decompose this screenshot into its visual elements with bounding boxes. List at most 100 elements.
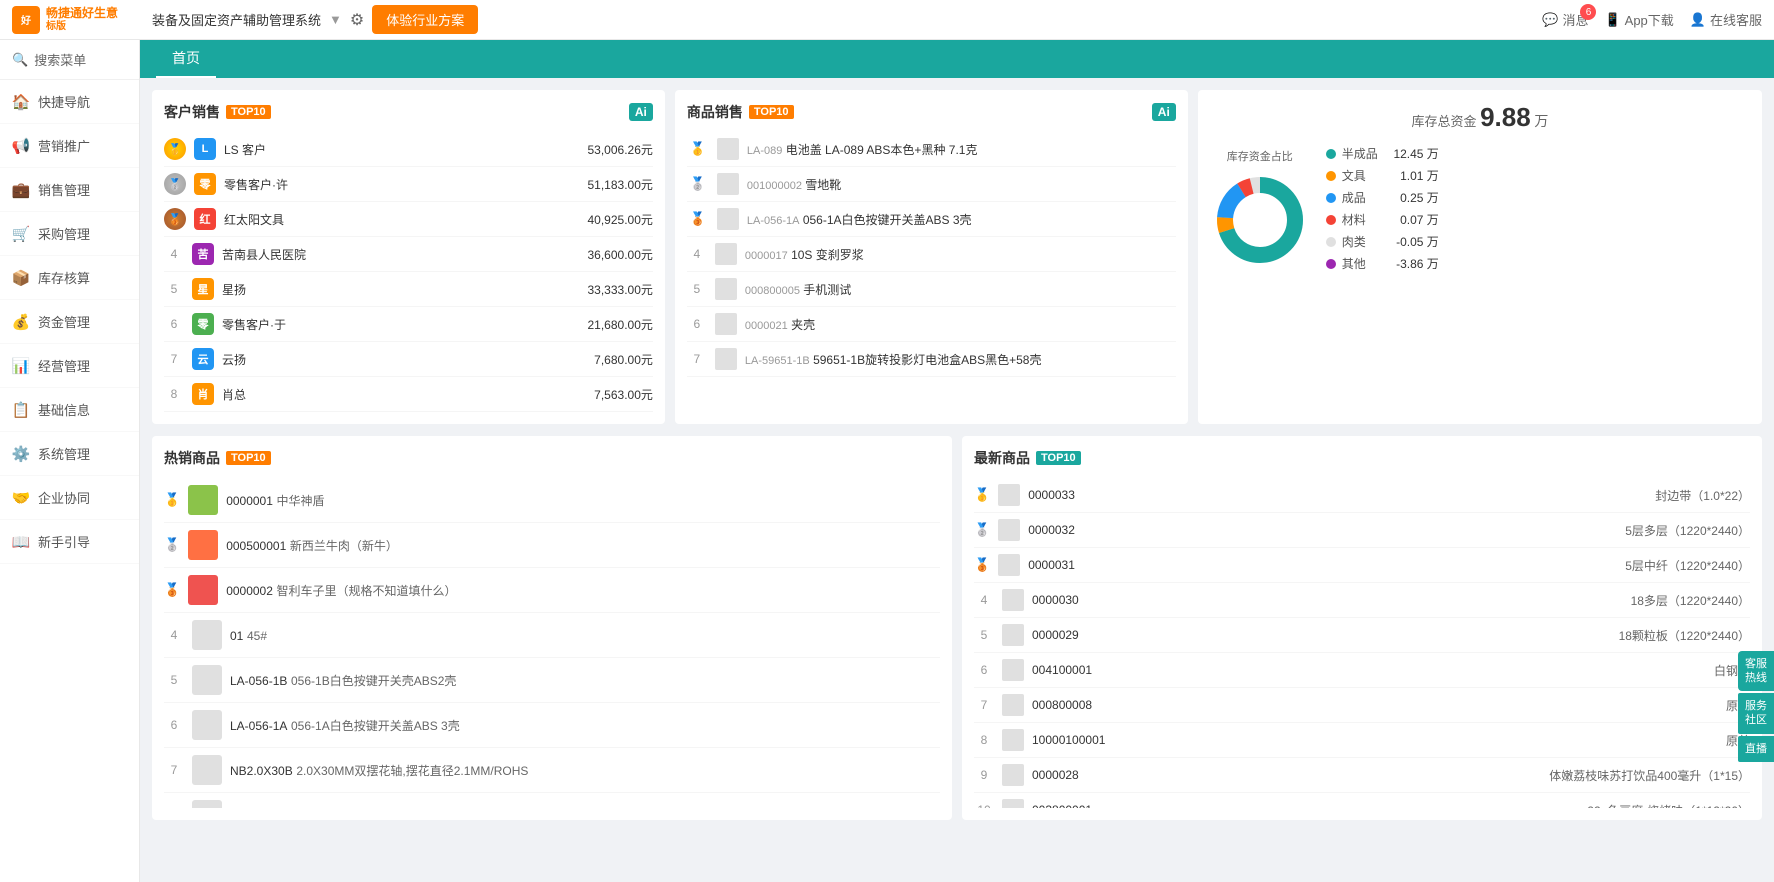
newest-row-2: 🥈 0000032 5层多层（1220*2440）	[974, 513, 1750, 548]
customer-sales-card: 客户销售 TOP10 Ai 🥇 L LS 客户 53,006.26元 🥈	[152, 90, 665, 424]
newest-rank-num-9: 9	[974, 768, 994, 782]
topbar-right: 💬 消息 6 📱 App下载 👤 在线客服	[1542, 10, 1762, 29]
hot-row-2: 🥈 000500001 新西兰牛肉（新牛）	[164, 523, 940, 568]
hot-rank-num-5: 5	[164, 673, 184, 687]
hot-thumb-4	[192, 620, 222, 650]
newest-products-title: 最新商品 TOP10	[974, 448, 1750, 468]
logo-text: 畅捷通好生意 标版	[46, 6, 118, 32]
product-info-4: 0000017 10S 变刹罗浆	[745, 246, 1176, 263]
inventory-total: 库存总资金 9.88 万	[1210, 102, 1750, 133]
customer-label-1: L	[194, 138, 216, 160]
hot-rank-num-6: 6	[164, 718, 184, 732]
newest-code-9: 0000028	[1032, 768, 1541, 782]
newest-code-1: 0000033	[1028, 488, 1647, 502]
sidebar-item-finance[interactable]: 💰 资金管理	[0, 300, 139, 344]
donut-chart-svg	[1210, 170, 1310, 270]
customer-name-2: 零售客户·许	[224, 176, 580, 193]
newest-row-1: 🥇 0000033 封边带（1.0*22）	[974, 478, 1750, 513]
sidebar-item-marketing[interactable]: 📢 营销推广	[0, 124, 139, 168]
hot-products-title: 热销商品 TOP10	[164, 448, 940, 468]
sales-icon: 💼	[12, 181, 30, 199]
newest-code-4: 0000030	[1032, 593, 1623, 607]
sidebar-item-purchase[interactable]: 🛒 采购管理	[0, 212, 139, 256]
float-btn-community[interactable]: 服务 社区	[1738, 693, 1774, 734]
settings-icon[interactable]: ⚙	[350, 10, 364, 30]
online-service-btn[interactable]: 👤 在线客服	[1690, 10, 1762, 29]
sidebar-item-enterprise[interactable]: 🤝 企业协同	[0, 476, 139, 520]
legend-dot-4	[1326, 237, 1336, 247]
dropdown-icon[interactable]: ▼	[329, 12, 342, 27]
hot-row-6: 6 LA-056-1A 056-1A白色按键开关盖ABS 3壳	[164, 703, 940, 748]
newest-row-4: 4 0000030 18多层（1220*2440）	[974, 583, 1750, 618]
product-thumb-7	[715, 348, 737, 370]
product-sales-row-3: 🥉 LA-056-1A 056-1A白色按键开关盖ABS 3壳	[687, 202, 1176, 237]
hot-row-1: 🥇 0000001 中华神盾	[164, 478, 940, 523]
hot-thumb-6	[192, 710, 222, 740]
newest-products-card: 最新商品 TOP10 🥇 0000033 封边带（1.0*22） 🥈 00000…	[962, 436, 1762, 820]
legend-item-1: 文具 1.01 万	[1326, 167, 1439, 184]
sidebar-item-system[interactable]: ⚙️ 系统管理	[0, 432, 139, 476]
hot-info-2: 000500001 新西兰牛肉（新牛）	[226, 537, 940, 554]
customer-name-8: 肖总	[222, 386, 586, 403]
hot-thumb-7	[192, 755, 222, 785]
hot-row-5: 5 LA-056-1B 056-1B白色按键开关壳ABS2壳	[164, 658, 940, 703]
trial-button[interactable]: 体验行业方案	[372, 5, 478, 34]
inventory-icon: 📦	[12, 269, 30, 287]
sidebar-item-guide[interactable]: 📖 新手引导	[0, 520, 139, 564]
hot-thumb-8	[192, 800, 222, 808]
product-info-1: LA-089 电池盖 LA-089 ABS本色+黑种 7.1克	[747, 141, 1176, 158]
newest-products-list: 🥇 0000033 封边带（1.0*22） 🥈 0000032 5层多层（122…	[974, 478, 1750, 808]
newest-row-10: 10 003800001 22g鱼豆腐·烧烤味（1*12*20）	[974, 793, 1750, 808]
notifications-btn[interactable]: 💬 消息 6	[1542, 10, 1588, 29]
newest-thumb-2	[998, 519, 1020, 541]
app-download-btn[interactable]: 📱 App下载	[1604, 10, 1673, 29]
customer-label-3: 红	[194, 208, 216, 230]
hot-info-5: LA-056-1B 056-1B白色按键开关壳ABS2壳	[230, 672, 940, 689]
top-content-row: 客户销售 TOP10 Ai 🥇 L LS 客户 53,006.26元 🥈	[140, 78, 1774, 436]
customer-sales-row-7: 7 云 云扬 7,680.00元	[164, 342, 653, 377]
legend-item-0: 半成品 12.45 万	[1326, 145, 1439, 162]
newest-row-8: 8 10000100001 原盖	[974, 723, 1750, 758]
logo-icon: 好	[12, 6, 40, 34]
float-btn-hotline[interactable]: 客服 热线	[1738, 651, 1774, 692]
product-sales-title: 商品销售 TOP10 Ai	[687, 102, 1176, 122]
sidebar-item-operations[interactable]: 📊 经营管理	[0, 344, 139, 388]
sidebar-item-quick-nav[interactable]: 🏠 快捷导航	[0, 80, 139, 124]
float-btn-live[interactable]: 直播	[1738, 736, 1774, 762]
product-rank-2: 🥈	[687, 173, 709, 195]
legend-dot-0	[1326, 149, 1336, 159]
product-ai-badge: Ai	[1152, 103, 1176, 121]
tab-home[interactable]: 首页	[156, 40, 216, 78]
float-buttons: 客服 热线 服务 社区 直播	[1738, 651, 1774, 762]
donut-chart-container: 库存资金占比	[1210, 145, 1750, 272]
customer-amount-8: 7,563.00元	[594, 386, 653, 403]
sidebar-item-inventory[interactable]: 📦 库存核算	[0, 256, 139, 300]
product-thumb-5	[715, 278, 737, 300]
product-rank-1: 🥇	[687, 138, 709, 160]
customer-name-3: 红太阳文具	[224, 211, 580, 228]
product-sales-list: 🥇 LA-089 电池盖 LA-089 ABS本色+黑种 7.1克 🥈 0010…	[687, 132, 1176, 377]
finance-icon: 💰	[12, 313, 30, 331]
rank-num-8: 8	[164, 387, 184, 401]
hot-row-7: 7 NB2.0X30B 2.0X30MM双摆花轴,摆花直径2.1MM/ROHS	[164, 748, 940, 793]
newest-row-5: 5 0000029 18颗粒板（1220*2440）	[974, 618, 1750, 653]
sidebar-search[interactable]: 🔍 搜索菜单	[0, 40, 139, 80]
product-rank-num-6: 6	[687, 317, 707, 331]
newest-rank-num-8: 8	[974, 733, 994, 747]
sidebar-item-basics[interactable]: 📋 基础信息	[0, 388, 139, 432]
customer-sales-row-5: 5 星 星扬 33,333.00元	[164, 272, 653, 307]
topbar: 好 畅捷通好生意 标版 装备及固定资产辅助管理系统 ▼ ⚙ 体验行业方案 💬 消…	[0, 0, 1774, 40]
product-thumb-2	[717, 173, 739, 195]
newest-thumb-3	[998, 554, 1020, 576]
customer-name-1: LS 客户	[224, 141, 580, 158]
sidebar-item-sales[interactable]: 💼 销售管理	[0, 168, 139, 212]
hot-row-3: 🥉 0000002 智利车子里（规格不知道填什么）	[164, 568, 940, 613]
newest-row-9: 9 0000028 体嫩荔枝味苏打饮品400毫升（1*15）	[974, 758, 1750, 793]
newest-code-10: 003800001	[1032, 803, 1579, 808]
newest-thumb-4	[1002, 589, 1024, 611]
hot-info-1: 0000001 中华神盾	[226, 492, 940, 509]
newest-rank-num-7: 7	[974, 698, 994, 712]
product-sales-row-5: 5 000800005 手机测试	[687, 272, 1176, 307]
hot-rank-num-4: 4	[164, 628, 184, 642]
customer-sales-row-4: 4 苦 苦南县人民医院 36,600.00元	[164, 237, 653, 272]
